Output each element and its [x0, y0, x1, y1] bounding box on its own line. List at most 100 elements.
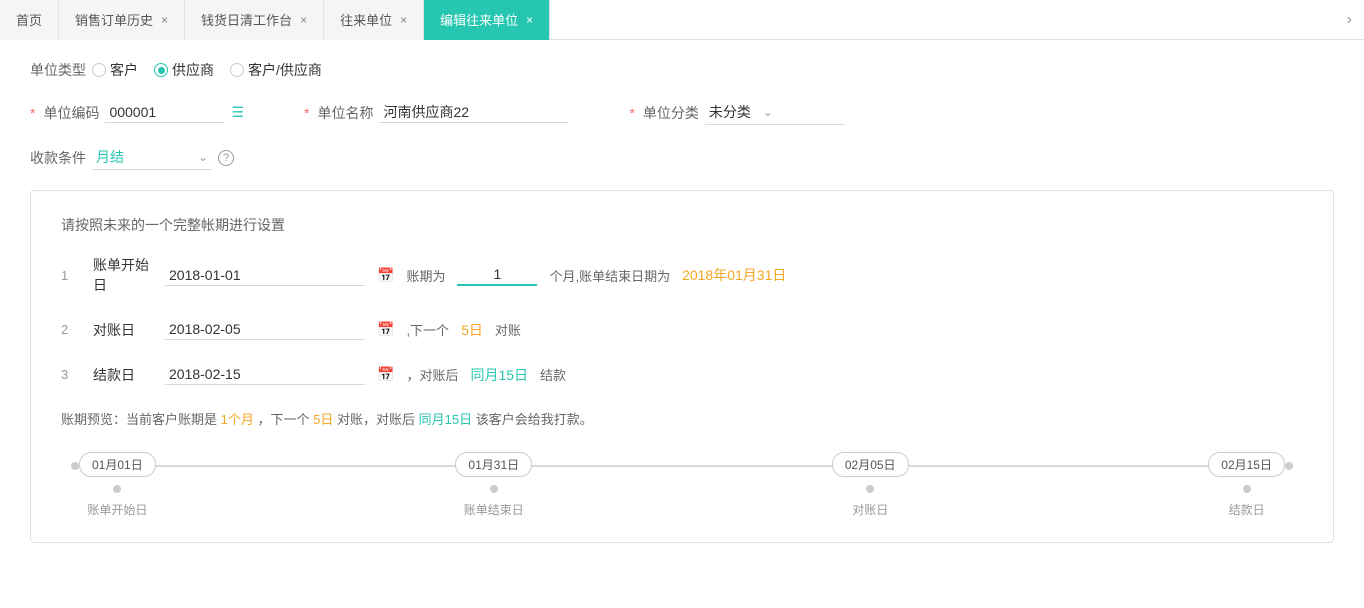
period-label-2: 对账日 [93, 320, 153, 340]
period-desc-2-prefix: ,下一个 [406, 320, 449, 339]
tab-sales-order-history[interactable]: 销售订单历史 × [59, 0, 185, 40]
timeline-container: 01月01日 账单开始日 01月31日 账单结束日 02月05日 [61, 452, 1303, 518]
period-desc-2-suffix: 对账 [495, 320, 521, 339]
period-box-title: 请按照未来的一个完整帐期进行设置 [61, 215, 1303, 235]
unit-name-field: * 单位名称 [304, 102, 569, 123]
period-payment-day-text: 同月15日 [470, 365, 528, 385]
timeline-left-dot [71, 462, 79, 470]
timeline-right-end [1285, 452, 1293, 470]
tab-expand-icon[interactable]: › [1335, 11, 1364, 29]
radio-label-supplier: 供应商 [172, 60, 214, 80]
payment-terms-row: 收款条件 月结 ⌄ ? [30, 145, 1334, 170]
period-box: 请按照未来的一个完整帐期进行设置 1 账单开始日 📅 账期为 个月,账单结束日期… [30, 190, 1334, 543]
unit-category-arrow-icon: ⌄ [763, 105, 773, 119]
period-num-3: 3 [61, 367, 81, 382]
unit-category-field: * 单位分类 未分类 ⌄ [629, 100, 844, 125]
unit-info-row: * 单位编码 ☰ * 单位名称 * 单位分类 未分类 ⌄ [30, 100, 1334, 125]
main-content: 单位类型 客户 供应商 客户/供应商 * 单位编码 [0, 40, 1364, 608]
period-reconcile-day-text: 5日 [461, 320, 483, 340]
timeline-node-3: 02月05日 对账日 [832, 452, 909, 518]
period-start-date-input[interactable] [165, 265, 365, 286]
timeline-badge-2: 01月31日 [455, 452, 532, 477]
unit-name-label: 单位名称 [317, 103, 373, 123]
timeline-label-2: 账单结束日 [464, 501, 524, 518]
tab-cash-clearing[interactable]: 钱货日清工作台 × [185, 0, 324, 40]
radio-circle-customer [92, 63, 106, 77]
unit-code-copy-icon[interactable]: ☰ [231, 104, 244, 121]
tab-close-partner[interactable]: × [400, 13, 407, 27]
radio-label-customer: 客户 [110, 60, 138, 80]
preview-text: 账期预览：当前客户账期是 1个月 ，下一个 5日 对账，对账后 同月15日 该客… [61, 409, 1303, 428]
tab-close-sales[interactable]: × [161, 13, 168, 27]
period-label-1: 账单开始日 [93, 255, 153, 295]
unit-code-field: * 单位编码 ☰ [30, 102, 244, 123]
timeline-node-1: 01月01日 账单开始日 [79, 452, 156, 518]
period-desc-3-suffix: 结款 [540, 365, 566, 384]
radio-label-customer-supplier: 客户/供应商 [248, 60, 322, 80]
unit-category-dropdown[interactable]: 未分类 ⌄ [705, 100, 845, 125]
period-num-2: 2 [61, 322, 81, 337]
period-row-2: 2 对账日 📅 ,下一个 5日 对账 [61, 319, 1303, 340]
radio-circle-supplier [154, 63, 168, 77]
period-start-cal-icon[interactable]: 📅 [377, 267, 394, 284]
period-desc-1-suffix: 个月,账单结束日期为 [549, 266, 670, 285]
unit-type-field: 单位类型 客户 供应商 客户/供应商 [30, 60, 322, 80]
preview-part1: 1个月 [221, 412, 254, 427]
tab-edit-partner[interactable]: 编辑往来单位 × [424, 0, 550, 40]
unit-name-star: * [304, 105, 309, 121]
tab-bar: 首页 销售订单历史 × 钱货日清工作台 × 往来单位 × 编辑往来单位 × › [0, 0, 1364, 40]
payment-terms-dropdown[interactable]: 月结 ⌄ [92, 145, 212, 170]
radio-customer[interactable]: 客户 [92, 60, 138, 80]
timeline-node-4: 02月15日 结款日 [1208, 452, 1285, 518]
unit-type-label: 单位类型 [30, 60, 86, 80]
radio-customer-supplier[interactable]: 客户/供应商 [230, 60, 322, 80]
period-payment-date-input[interactable] [165, 364, 365, 385]
preview-middle1: ，下一个 [258, 412, 310, 427]
period-desc-1-prefix: 账期为 [406, 266, 445, 285]
timeline-node-2: 01月31日 账单结束日 [455, 452, 532, 518]
timeline-badge-4: 02月15日 [1208, 452, 1285, 477]
timeline-badge-3: 02月05日 [832, 452, 909, 477]
period-reconcile-date-input[interactable] [165, 319, 365, 340]
preview-part2: 5日 [313, 412, 333, 427]
preview-label: 账期预览：当前客户账期是 [61, 412, 217, 427]
unit-code-input[interactable] [105, 102, 225, 123]
period-payment-cal-icon[interactable]: 📅 [377, 366, 394, 383]
radio-supplier[interactable]: 供应商 [154, 60, 214, 80]
timeline-dot-2 [490, 485, 498, 493]
period-months-input[interactable] [457, 264, 537, 286]
unit-code-label: 单位编码 [43, 103, 99, 123]
payment-terms-label: 收款条件 [30, 148, 86, 168]
tab-close-edit-partner[interactable]: × [526, 13, 533, 27]
preview-middle2: 对账，对账后 [337, 412, 415, 427]
payment-terms-field: 收款条件 月结 ⌄ ? [30, 145, 234, 170]
period-reconcile-cal-icon[interactable]: 📅 [377, 321, 394, 338]
period-num-1: 1 [61, 268, 81, 283]
period-desc-3-prefix: ，对账后 [406, 365, 458, 384]
tab-close-cash[interactable]: × [300, 13, 307, 27]
timeline-nodes: 01月01日 账单开始日 01月31日 账单结束日 02月05日 [79, 452, 1285, 518]
preview-suffix: 该客户会给我打款。 [476, 412, 593, 427]
period-row-1: 1 账单开始日 📅 账期为 个月,账单结束日期为 2018年01月31日 [61, 255, 1303, 295]
payment-terms-help-icon[interactable]: ? [218, 150, 234, 166]
unit-type-row: 单位类型 客户 供应商 客户/供应商 [30, 60, 1334, 80]
timeline-label-1: 账单开始日 [87, 501, 147, 518]
preview-part3: 同月15日 [419, 412, 472, 427]
timeline-label-4: 结款日 [1229, 501, 1265, 518]
payment-terms-value: 月结 [96, 147, 194, 167]
timeline-track: 01月01日 账单开始日 01月31日 账单结束日 02月05日 [79, 452, 1285, 518]
tab-partner-units[interactable]: 往来单位 × [324, 0, 424, 40]
tab-home[interactable]: 首页 [0, 0, 59, 40]
unit-code-star: * [30, 105, 35, 121]
unit-name-input[interactable] [379, 102, 569, 123]
period-row-3: 3 结款日 📅 ，对账后 同月15日 结款 [61, 364, 1303, 385]
timeline-badge-1: 01月01日 [79, 452, 156, 477]
period-end-date-text: 2018年01月31日 [682, 265, 786, 285]
timeline-right-dot [1285, 462, 1293, 470]
unit-category-label: 单位分类 [643, 103, 699, 123]
unit-type-radio-group: 客户 供应商 客户/供应商 [92, 60, 322, 80]
payment-terms-arrow-icon: ⌄ [198, 150, 208, 164]
unit-category-value: 未分类 [709, 102, 751, 122]
timeline-left-end [71, 452, 79, 470]
period-label-3: 结款日 [93, 365, 153, 385]
